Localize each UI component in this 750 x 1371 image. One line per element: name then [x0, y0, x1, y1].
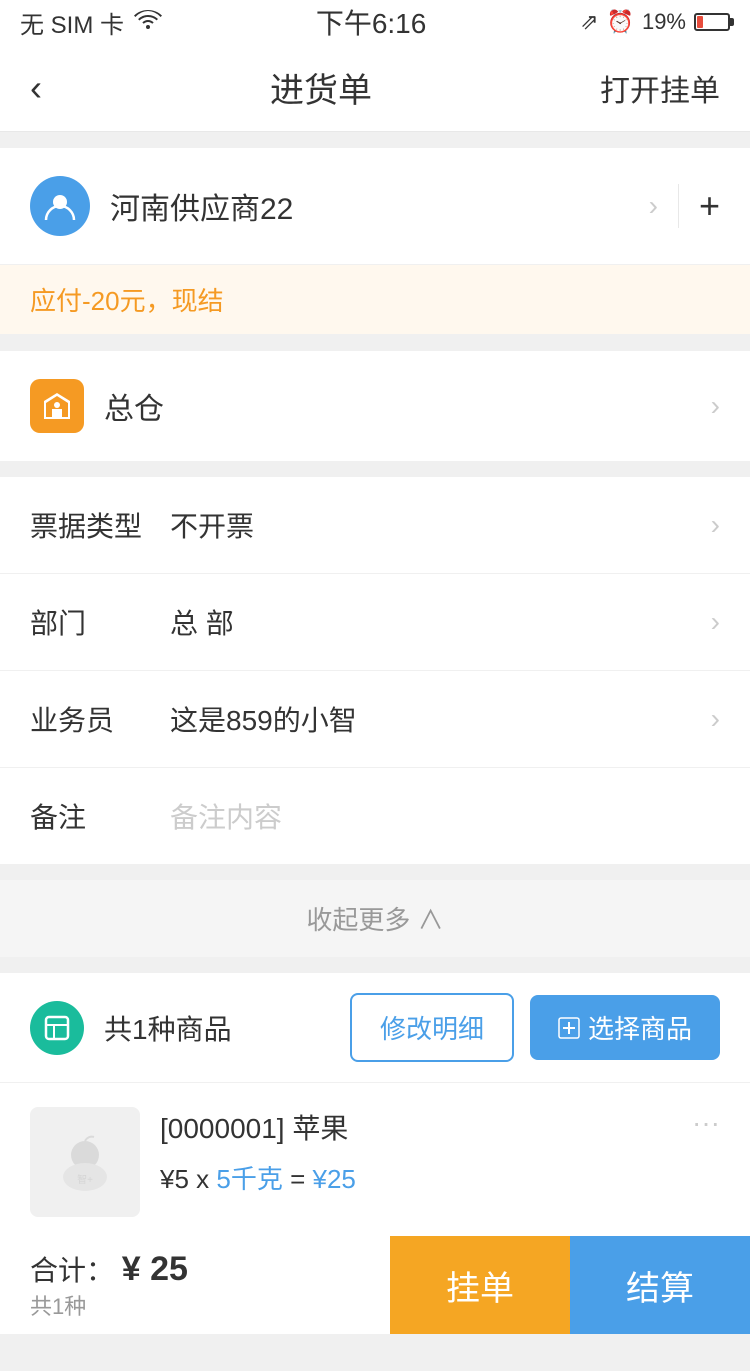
status-carrier: 无 SIM 卡	[20, 5, 162, 40]
page-title: 进货单	[270, 63, 372, 112]
product-id: [0000001] 苹果	[160, 1113, 348, 1144]
form-chevron-staff: ›	[711, 703, 720, 735]
form-value-staff: 这是859的小智	[150, 699, 711, 739]
product-more-button[interactable]: ···	[692, 1107, 720, 1139]
open-hung-button[interactable]: 打开挂单	[600, 66, 720, 110]
spacer2	[0, 957, 750, 973]
select-product-label: 选择商品	[588, 1009, 692, 1046]
form-chevron-dept: ›	[711, 606, 720, 638]
bottom-total: 合计： ¥ 25 共1种	[0, 1249, 390, 1321]
product-item: 智+ [0000001] 苹果 ¥5 x 5千克 = ¥25 ···	[0, 1083, 750, 1241]
checkout-button[interactable]: 结算	[570, 1236, 750, 1334]
form-value-ticket: 不开票	[150, 505, 711, 545]
product-equals: =	[283, 1164, 313, 1194]
form-label-dept: 部门	[30, 602, 150, 642]
wifi-icon	[134, 8, 162, 36]
location-icon: ⇗	[580, 9, 598, 35]
products-count: 共1种商品	[104, 1008, 350, 1048]
warehouse-row[interactable]: 总仓 ›	[0, 351, 750, 461]
supplier-avatar	[30, 176, 90, 236]
total-count: 共1种	[30, 1289, 360, 1321]
supplier-name: 河南供应商22	[110, 184, 649, 228]
total-row: 合计： ¥ 25	[30, 1249, 360, 1289]
product-total: ¥25	[312, 1164, 355, 1194]
product-name: [0000001] 苹果	[160, 1107, 692, 1147]
hang-button[interactable]: 挂单	[390, 1236, 570, 1334]
product-thumbnail: 智+	[30, 1107, 140, 1217]
warehouse-section: 总仓 ›	[0, 351, 750, 461]
bottom-bar: 合计： ¥ 25 共1种 挂单 结算	[0, 1236, 750, 1334]
form-row-staff[interactable]: 业务员 这是859的小智 ›	[0, 671, 750, 768]
alarm-icon: ⏰	[607, 9, 634, 35]
top-spacer	[0, 132, 750, 148]
form-label-ticket: 票据类型	[30, 505, 150, 545]
supplier-add-button[interactable]: +	[699, 185, 720, 227]
supplier-section: 河南供应商22 › + 应付-20元，现结	[0, 148, 750, 335]
products-icon	[30, 1001, 84, 1055]
form-row-dept[interactable]: 部门 总 部 ›	[0, 574, 750, 671]
back-button[interactable]: ‹	[30, 67, 42, 109]
battery-icon	[694, 13, 730, 31]
edit-detail-button[interactable]: 修改明细	[350, 993, 514, 1062]
form-row-ticket[interactable]: 票据类型 不开票 ›	[0, 477, 750, 574]
nav-bar: ‹ 进货单 打开挂单	[0, 44, 750, 132]
warehouse-chevron: ›	[711, 390, 720, 422]
battery-percent: 19%	[642, 9, 686, 35]
form-label-remark: 备注	[30, 796, 150, 836]
total-amount: ¥ 25	[122, 1250, 188, 1288]
collapse-row[interactable]: 收起更多 ∧	[0, 880, 750, 957]
status-bar: 无 SIM 卡 下午6:16 ⇗ ⏰ 19%	[0, 0, 750, 44]
product-qty: 5千克	[216, 1164, 282, 1194]
status-time: 下午6:16	[316, 2, 427, 42]
warehouse-icon	[30, 379, 84, 433]
select-product-button[interactable]: 选择商品	[530, 995, 720, 1060]
svg-text:智+: 智+	[77, 1173, 93, 1186]
supplier-divider	[678, 184, 679, 228]
product-price: ¥5 x	[160, 1164, 216, 1194]
products-header: 共1种商品 修改明细 选择商品	[0, 973, 750, 1083]
supplier-alert: 应付-20元，现结	[0, 264, 750, 335]
form-chevron-ticket: ›	[711, 509, 720, 541]
supplier-chevron: ›	[649, 190, 658, 222]
form-value-dept: 总 部	[150, 602, 711, 642]
product-formula: ¥5 x 5千克 = ¥25	[160, 1159, 692, 1196]
status-right: ⇗ ⏰ 19%	[580, 9, 730, 35]
form-section: 票据类型 不开票 › 部门 总 部 › 业务员 这是859的小智 › 备注 备注…	[0, 477, 750, 864]
product-info: [0000001] 苹果 ¥5 x 5千克 = ¥25	[160, 1107, 692, 1196]
collapse-label: 收起更多 ∧	[306, 900, 443, 937]
warehouse-name: 总仓	[104, 384, 711, 428]
carrier-text: 无 SIM 卡	[20, 5, 124, 40]
form-value-remark: 备注内容	[150, 796, 720, 836]
form-row-remark[interactable]: 备注 备注内容	[0, 768, 750, 864]
supplier-row[interactable]: 河南供应商22 › +	[0, 148, 750, 264]
total-label: 合计：	[30, 1255, 114, 1286]
products-section: 共1种商品 修改明细 选择商品 智+ [0000001] 苹果	[0, 973, 750, 1241]
form-label-staff: 业务员	[30, 699, 150, 739]
